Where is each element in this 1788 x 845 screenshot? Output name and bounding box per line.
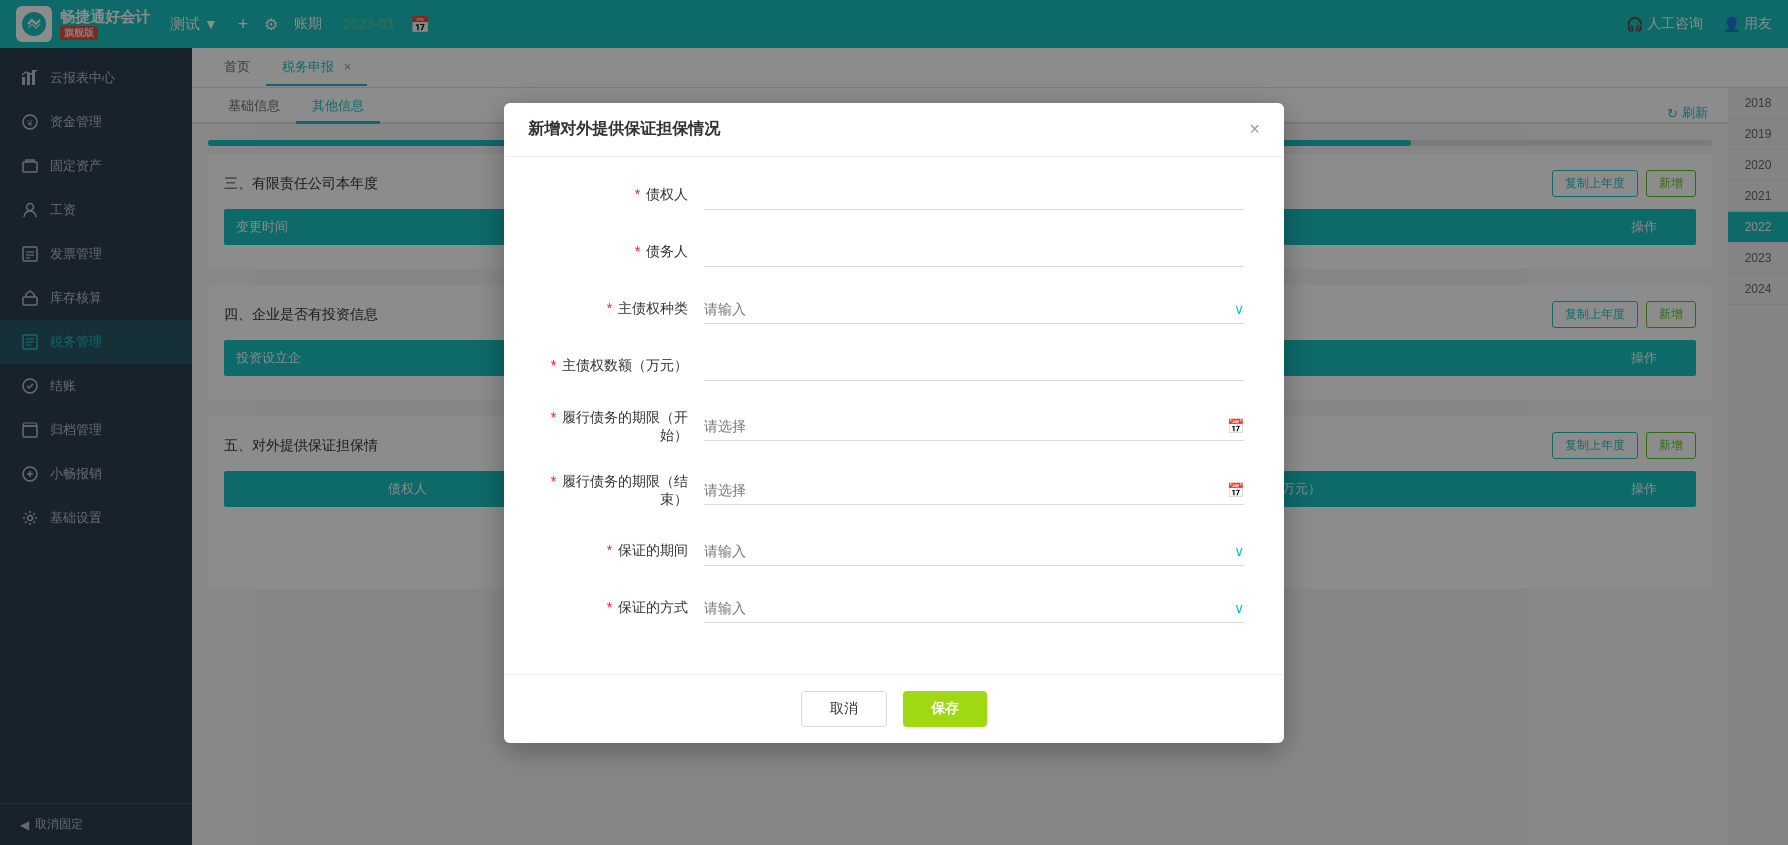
required-star-debt-start: * <box>551 409 556 425</box>
debt-end-label-text: 履行债务的期限（结束） <box>562 473 688 507</box>
guarantee-method-control: ∨ <box>704 594 1244 623</box>
guarantee-period-dropdown-arrow[interactable]: ∨ <box>1234 543 1244 559</box>
form-row-creditor: * 债权人 <box>544 181 1244 210</box>
form-row-guarantee-method: * 保证的方式 ∨ <box>544 594 1244 623</box>
debt-end-input[interactable] <box>704 482 1227 498</box>
debtor-label-text: 债务人 <box>646 243 688 259</box>
debt-end-control: 📅 <box>704 476 1244 505</box>
claim-amount-input[interactable] <box>704 352 1244 381</box>
claim-type-select[interactable]: ∨ <box>704 295 1244 324</box>
debtor-label: * 债务人 <box>544 243 704 261</box>
form-row-claim-type: * 主债权种类 ∨ <box>544 295 1244 324</box>
form-row-guarantee-period: * 保证的期间 ∨ <box>544 537 1244 566</box>
guarantee-method-input[interactable] <box>704 600 1234 616</box>
guarantee-method-dropdown-arrow[interactable]: ∨ <box>1234 600 1244 616</box>
guarantee-period-control: ∨ <box>704 537 1244 566</box>
guarantee-period-select[interactable]: ∨ <box>704 537 1244 566</box>
creditor-label: * 债权人 <box>544 186 704 204</box>
debt-start-label: * 履行债务的期限（开始） <box>544 409 704 445</box>
required-star-debt-end: * <box>551 473 556 489</box>
claim-amount-label-text: 主债权数额（万元） <box>562 357 688 373</box>
required-star-guarantee-period: * <box>607 542 612 558</box>
claim-type-control: ∨ <box>704 295 1244 324</box>
claim-type-input[interactable] <box>704 301 1234 317</box>
guarantee-method-label: * 保证的方式 <box>544 599 704 617</box>
debt-end-calendar-icon[interactable]: 📅 <box>1227 482 1244 498</box>
claim-amount-control <box>704 352 1244 381</box>
form-row-debtor: * 债务人 <box>544 238 1244 267</box>
modal-footer: 取消 保存 <box>504 674 1284 743</box>
modal-body: * 债权人 * 债务人 * <box>504 157 1284 674</box>
required-star-claim-type: * <box>607 300 612 316</box>
debt-start-date-wrapper: 📅 <box>704 412 1244 441</box>
guarantee-period-input[interactable] <box>704 543 1234 559</box>
form-row-debt-start: * 履行债务的期限（开始） 📅 <box>544 409 1244 445</box>
debt-end-date-wrapper: 📅 <box>704 476 1244 505</box>
form-row-claim-amount: * 主债权数额（万元） <box>544 352 1244 381</box>
required-star-creditor: * <box>635 186 640 202</box>
cancel-button[interactable]: 取消 <box>801 691 887 727</box>
required-star-claim-amount: * <box>551 357 556 373</box>
creditor-control <box>704 181 1244 210</box>
claim-amount-label: * 主债权数额（万元） <box>544 357 704 375</box>
modal: 新增对外提供保证担保情况 × * 债权人 * 债务人 <box>504 103 1284 743</box>
creditor-label-text: 债权人 <box>646 186 688 202</box>
debtor-input[interactable] <box>704 238 1244 267</box>
claim-type-label-text: 主债权种类 <box>618 300 688 316</box>
debt-start-calendar-icon[interactable]: 📅 <box>1227 418 1244 434</box>
claim-type-dropdown-arrow[interactable]: ∨ <box>1234 301 1244 317</box>
claim-type-label: * 主债权种类 <box>544 300 704 318</box>
debt-start-input[interactable] <box>704 418 1227 434</box>
guarantee-method-label-text: 保证的方式 <box>618 599 688 615</box>
debtor-control <box>704 238 1244 267</box>
guarantee-period-label: * 保证的期间 <box>544 542 704 560</box>
guarantee-period-label-text: 保证的期间 <box>618 542 688 558</box>
modal-close-button[interactable]: × <box>1249 120 1260 138</box>
save-button[interactable]: 保存 <box>903 691 987 727</box>
modal-header: 新增对外提供保证担保情况 × <box>504 103 1284 157</box>
debt-start-label-text: 履行债务的期限（开始） <box>562 409 688 443</box>
creditor-input[interactable] <box>704 181 1244 210</box>
required-star-guarantee-method: * <box>607 599 612 615</box>
guarantee-method-select[interactable]: ∨ <box>704 594 1244 623</box>
required-star-debtor: * <box>635 243 640 259</box>
debt-start-control: 📅 <box>704 412 1244 441</box>
modal-overlay: 新增对外提供保证担保情况 × * 债权人 * 债务人 <box>0 0 1788 845</box>
form-row-debt-end: * 履行债务的期限（结束） 📅 <box>544 473 1244 509</box>
modal-title: 新增对外提供保证担保情况 <box>528 119 720 140</box>
debt-end-label: * 履行债务的期限（结束） <box>544 473 704 509</box>
